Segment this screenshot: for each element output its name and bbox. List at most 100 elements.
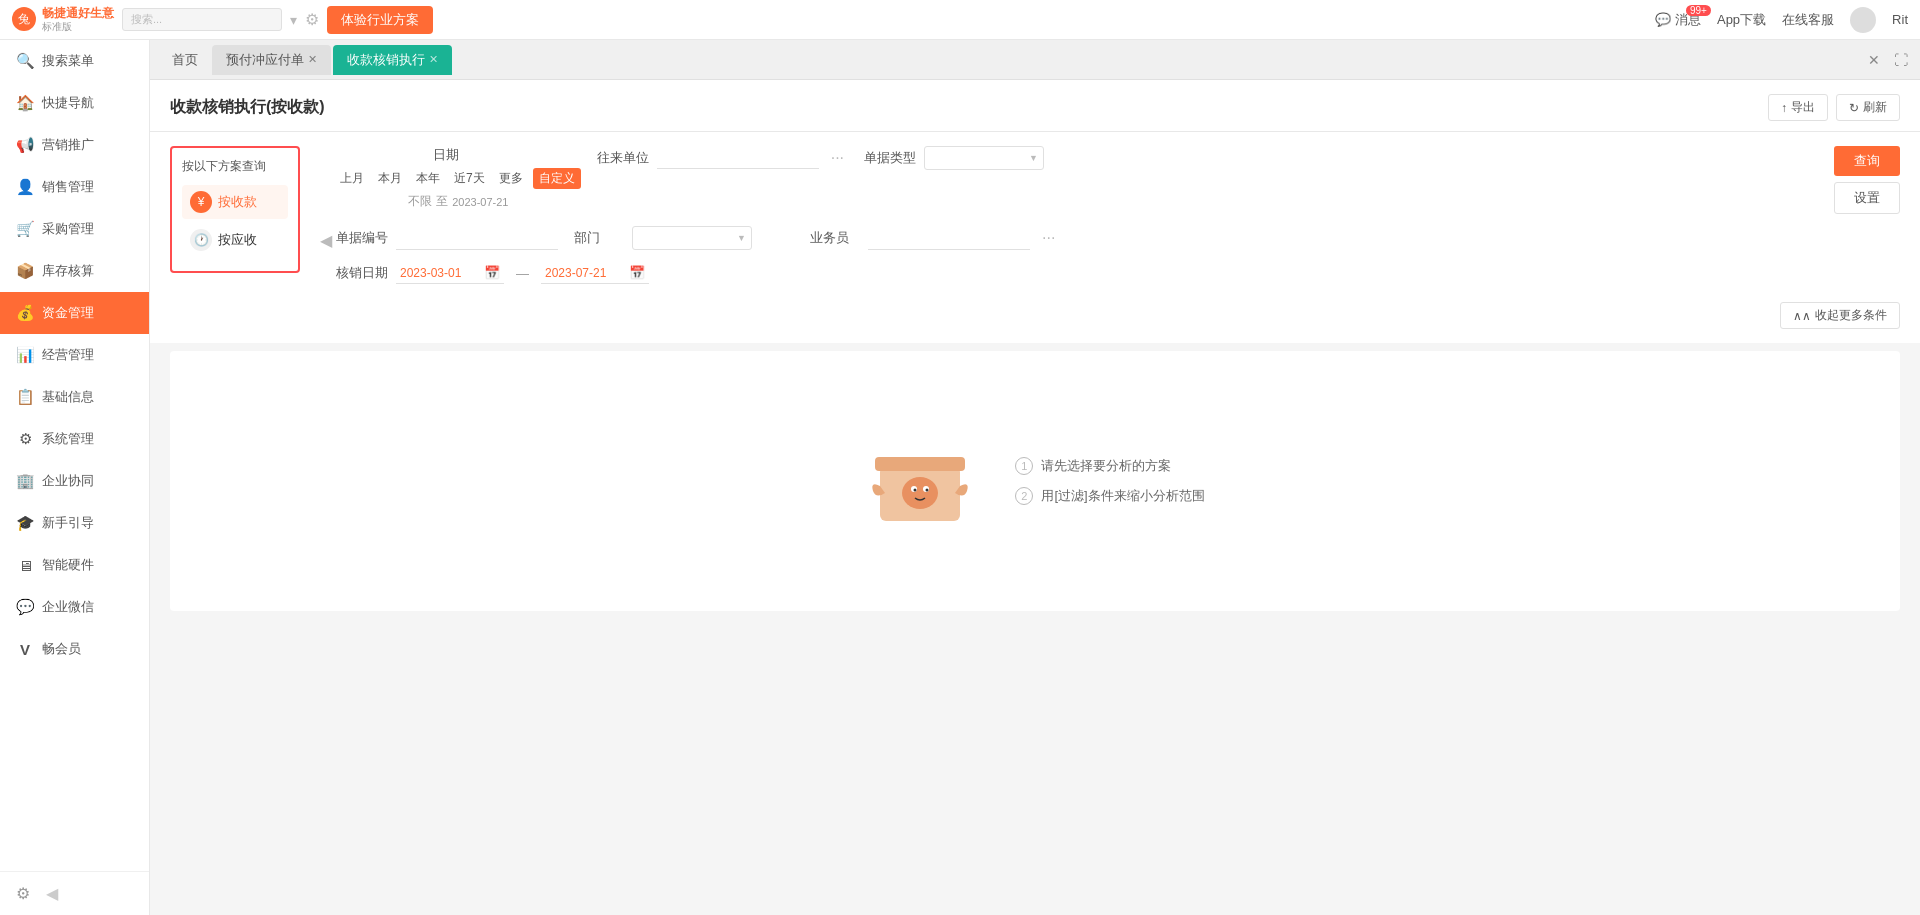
enterprise-icon: 🏢: [16, 472, 34, 490]
industry-solution-button[interactable]: 体验行业方案: [327, 6, 433, 34]
query-type-by-receipt[interactable]: ¥ 按收款: [182, 185, 288, 219]
sidebar-item-basic-info[interactable]: 📋 基础信息: [0, 376, 149, 418]
main-layout: 🔍 搜索菜单 🏠 快捷导航 📢 营销推广 👤 销售管理 🛒 采购管理 📦 库存核…: [0, 40, 1920, 915]
dept-select-wrapper: [632, 226, 752, 250]
member-icon: V: [16, 641, 34, 658]
verify-date-to-input[interactable]: [545, 266, 625, 280]
staff-label: 业务员: [810, 229, 860, 247]
sidebar-item-member[interactable]: V 畅会员: [0, 628, 149, 670]
tab-close-all-icon[interactable]: ✕: [1864, 48, 1884, 72]
operations-icon: 📊: [16, 346, 34, 364]
sidebar-label-system: 系统管理: [42, 430, 94, 448]
search-menu-icon: 🔍: [16, 52, 34, 70]
sidebar-label-enterprise: 企业协同: [42, 472, 94, 490]
tab-prepay[interactable]: 预付冲应付单 ✕: [212, 45, 331, 75]
staff-more-icon[interactable]: ···: [1038, 229, 1059, 247]
date-shortcut-this-year[interactable]: 本年: [412, 168, 444, 189]
export-button[interactable]: ↑ 导出: [1768, 94, 1828, 121]
user-avatar[interactable]: [1850, 7, 1876, 33]
tab-prepay-close-icon[interactable]: ✕: [308, 53, 317, 66]
svg-point-2: [902, 477, 938, 509]
sidebar-item-hardware[interactable]: 🖥 智能硬件: [0, 544, 149, 586]
page-title: 收款核销执行(按收款): [170, 97, 325, 118]
tab-collection-close-icon[interactable]: ✕: [429, 53, 438, 66]
filter-settings-button[interactable]: 设置: [1834, 182, 1900, 214]
sidebar-item-search-menu[interactable]: 🔍 搜索菜单: [0, 40, 149, 82]
sidebar-gear-button[interactable]: ⚙: [16, 884, 30, 903]
staff-input[interactable]: [868, 227, 1030, 250]
search-bar[interactable]: 搜索...: [122, 8, 282, 31]
online-service-link[interactable]: 在线客服: [1782, 11, 1834, 29]
date-field-group: 日期 上月 本月 本年 近7天 更多 自定义: [336, 146, 581, 210]
empty-hint-1: 1 请先选择要分析的方案: [1015, 457, 1204, 475]
sidebar-label-sales: 销售管理: [42, 178, 94, 196]
date-unlimited-text: 不限: [408, 193, 432, 210]
date-shortcut-custom[interactable]: 自定义: [533, 168, 581, 189]
tab-bar: 首页 预付冲应付单 ✕ 收款核销执行 ✕ ✕ ⛶: [150, 40, 1920, 80]
sidebar-label-purchase: 采购管理: [42, 220, 94, 238]
verify-date-from-input[interactable]: [400, 266, 480, 280]
settings-gear-icon[interactable]: ⚙: [305, 10, 319, 29]
page-content: 收款核销执行(按收款) ↑ 导出 ↻ 刷新 按以: [150, 80, 1920, 915]
date-shortcut-more[interactable]: 更多: [495, 168, 527, 189]
query-type-by-payable[interactable]: 🕐 按应收: [182, 223, 288, 257]
sidebar: 🔍 搜索菜单 🏠 快捷导航 📢 营销推广 👤 销售管理 🛒 采购管理 📦 库存核…: [0, 40, 150, 915]
date-shortcut-7days[interactable]: 近7天: [450, 168, 489, 189]
system-icon: ⚙: [16, 430, 34, 448]
sidebar-item-sales[interactable]: 👤 销售管理: [0, 166, 149, 208]
refresh-button[interactable]: ↻ 刷新: [1836, 94, 1900, 121]
svg-point-5: [914, 489, 917, 492]
verify-date-to-field: 📅: [541, 262, 649, 284]
sales-icon: 👤: [16, 178, 34, 196]
bill-no-input[interactable]: [396, 227, 558, 250]
verify-date-from-calendar-icon[interactable]: 📅: [484, 265, 500, 280]
dept-select[interactable]: [632, 226, 752, 250]
sidebar-item-marketing[interactable]: 📢 营销推广: [0, 124, 149, 166]
empty-state-svg: [865, 431, 975, 531]
message-button[interactable]: 💬 消息 99+: [1655, 11, 1701, 29]
query-type-title: 按以下方案查询: [182, 158, 288, 175]
sidebar-label-funds: 资金管理: [42, 304, 94, 322]
app-download-link[interactable]: App下载: [1717, 11, 1766, 29]
counterparty-input[interactable]: [657, 146, 819, 169]
tab-maximize-icon[interactable]: ⛶: [1890, 48, 1912, 72]
search-placeholder-text: 搜索...: [131, 12, 162, 27]
sidebar-item-inventory[interactable]: 📦 库存核算: [0, 250, 149, 292]
bill-type-field: 单据类型: [864, 146, 1064, 170]
sidebar-item-operations[interactable]: 📊 经营管理: [0, 334, 149, 376]
date-label: 日期: [433, 146, 483, 164]
date-range-separator: —: [516, 266, 529, 281]
sidebar-item-system[interactable]: ⚙ 系统管理: [0, 418, 149, 460]
dropdown-arrow-icon[interactable]: ▾: [290, 12, 297, 28]
purchase-icon: 🛒: [16, 220, 34, 238]
collapse-more-button[interactable]: ∧∧ 收起更多条件: [1780, 302, 1900, 329]
date-shortcut-last-month[interactable]: 上月: [336, 168, 368, 189]
app-logo: 兔 畅捷通好生意 标准版: [12, 6, 114, 32]
sidebar-label-member: 畅会员: [42, 640, 81, 658]
sidebar-item-guide[interactable]: 🎓 新手引导: [0, 502, 149, 544]
sidebar-collapse-button[interactable]: ◀︎: [46, 884, 58, 903]
panel-collapse-arrow[interactable]: ◀: [316, 211, 336, 271]
sidebar-item-wechat[interactable]: 💬 企业微信: [0, 586, 149, 628]
counterparty-more-icon[interactable]: ···: [827, 149, 848, 167]
sidebar-item-purchase[interactable]: 🛒 采购管理: [0, 208, 149, 250]
by-receipt-icon: ¥: [190, 191, 212, 213]
tab-home[interactable]: 首页: [158, 45, 212, 75]
bill-type-label: 单据类型: [864, 149, 916, 167]
bill-no-label: 单据编号: [336, 229, 388, 247]
tab-collection[interactable]: 收款核销执行 ✕: [333, 45, 452, 75]
empty-hints: 1 请先选择要分析的方案 2 用[过滤]条件来缩小分析范围: [1015, 457, 1204, 505]
verify-date-to-calendar-icon[interactable]: 📅: [629, 265, 645, 280]
verify-date-field: 核销日期 📅 — 📅: [336, 262, 649, 284]
query-button[interactable]: 查询: [1834, 146, 1900, 176]
svg-point-6: [926, 489, 929, 492]
sidebar-item-quick-nav[interactable]: 🏠 快捷导航: [0, 82, 149, 124]
date-shortcut-this-month[interactable]: 本月: [374, 168, 406, 189]
content-area: 首页 预付冲应付单 ✕ 收款核销执行 ✕ ✕ ⛶ 收款核销执行(按收款) ↑: [150, 40, 1920, 915]
sidebar-item-enterprise[interactable]: 🏢 企业协同: [0, 460, 149, 502]
sidebar-item-funds[interactable]: 💰 资金管理: [0, 292, 149, 334]
tab-prepay-label: 预付冲应付单: [226, 51, 304, 69]
refresh-icon: ↻: [1849, 101, 1859, 115]
collapse-more-up-icon: ∧∧: [1793, 309, 1811, 323]
bill-type-select[interactable]: [924, 146, 1044, 170]
